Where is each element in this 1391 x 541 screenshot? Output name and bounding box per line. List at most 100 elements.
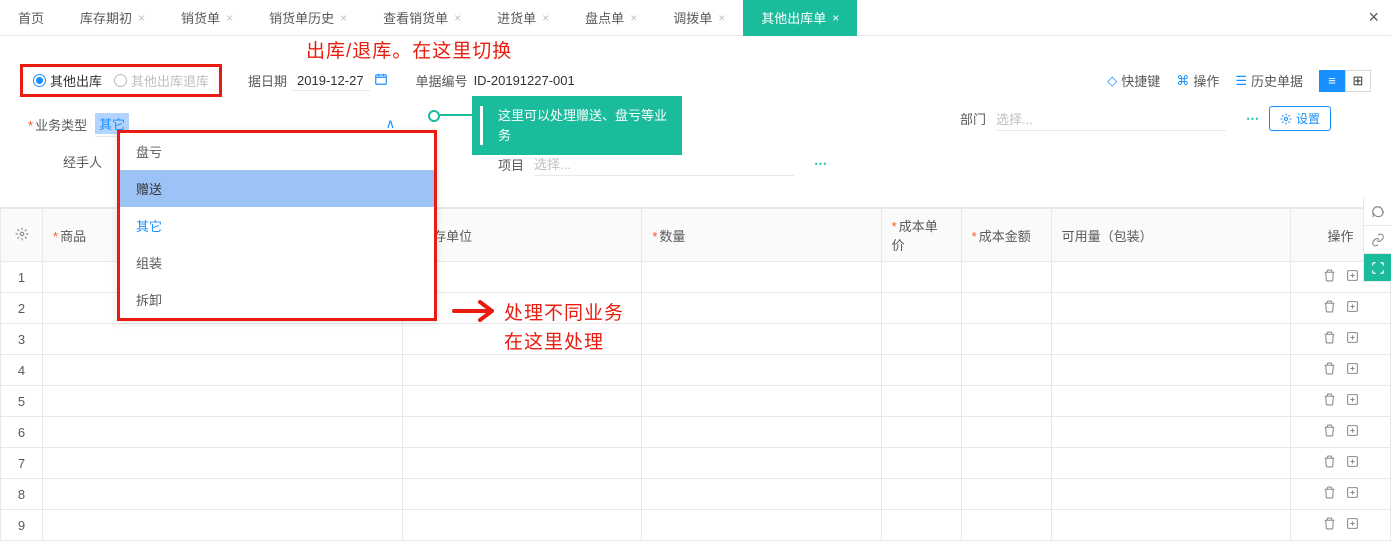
- table-row[interactable]: 4: [1, 355, 1391, 386]
- cell-available[interactable]: [1051, 355, 1290, 386]
- cell-qty[interactable]: [642, 479, 881, 510]
- delete-row-icon[interactable]: [1323, 393, 1336, 409]
- cell-qty[interactable]: [642, 417, 881, 448]
- delete-row-icon[interactable]: [1323, 455, 1336, 471]
- cell-available[interactable]: [1051, 417, 1290, 448]
- close-icon[interactable]: ×: [542, 11, 549, 25]
- delete-row-icon[interactable]: [1323, 424, 1336, 440]
- cell-product[interactable]: [43, 324, 403, 355]
- cell-cost-price[interactable]: [881, 386, 961, 417]
- cell-product[interactable]: [43, 510, 403, 541]
- cell-qty[interactable]: [642, 510, 881, 541]
- cell-unit[interactable]: [403, 262, 642, 293]
- table-row[interactable]: 3: [1, 324, 1391, 355]
- dropdown-item-gift[interactable]: 赠送: [120, 170, 434, 207]
- dept-select[interactable]: 选择...: [996, 107, 1226, 131]
- close-icon[interactable]: ×: [226, 11, 233, 25]
- cell-cost-price[interactable]: [881, 479, 961, 510]
- radio-return[interactable]: 其他出库退库: [114, 71, 209, 90]
- cell-unit[interactable]: [403, 386, 642, 417]
- cell-cost-price[interactable]: [881, 293, 961, 324]
- shortcut-link[interactable]: ◇快捷键: [1107, 71, 1160, 90]
- delete-row-icon[interactable]: [1323, 331, 1336, 347]
- cell-cost-amount[interactable]: [961, 479, 1051, 510]
- cell-available[interactable]: [1051, 510, 1290, 541]
- close-icon[interactable]: ×: [630, 11, 637, 25]
- radio-outbound[interactable]: 其他出库: [33, 71, 102, 90]
- delete-row-icon[interactable]: [1323, 269, 1336, 285]
- cell-cost-amount[interactable]: [961, 324, 1051, 355]
- cell-product[interactable]: [43, 448, 403, 479]
- table-row[interactable]: 8: [1, 479, 1391, 510]
- close-all-icon[interactable]: ×: [1368, 7, 1379, 28]
- cell-product[interactable]: [43, 417, 403, 448]
- cell-product[interactable]: [43, 355, 403, 386]
- cell-unit[interactable]: [403, 355, 642, 386]
- side-note-button[interactable]: [1363, 198, 1391, 226]
- tab-sales-history[interactable]: 销货单历史×: [251, 0, 365, 36]
- cell-unit[interactable]: [403, 479, 642, 510]
- cell-qty[interactable]: [642, 355, 881, 386]
- tab-sales-order[interactable]: 销货单×: [163, 0, 251, 36]
- add-row-icon[interactable]: [1346, 517, 1359, 533]
- side-expand-button[interactable]: [1363, 254, 1391, 282]
- project-more-icon[interactable]: ⋯: [814, 156, 827, 172]
- delete-row-icon[interactable]: [1323, 517, 1336, 533]
- tab-other-outbound[interactable]: 其他出库单×: [743, 0, 857, 36]
- add-row-icon[interactable]: [1346, 331, 1359, 347]
- date-input[interactable]: 2019-12-27: [291, 71, 370, 91]
- cell-cost-amount[interactable]: [961, 262, 1051, 293]
- cell-unit[interactable]: [403, 510, 642, 541]
- table-row[interactable]: 7: [1, 448, 1391, 479]
- cell-cost-amount[interactable]: [961, 293, 1051, 324]
- add-row-icon[interactable]: [1346, 486, 1359, 502]
- dropdown-item-assemble[interactable]: 组装: [120, 244, 434, 281]
- dept-more-icon[interactable]: ⋯: [1246, 111, 1259, 127]
- add-row-icon[interactable]: [1346, 455, 1359, 471]
- cell-cost-price[interactable]: [881, 448, 961, 479]
- cell-unit[interactable]: [403, 324, 642, 355]
- view-list-button[interactable]: ≡: [1319, 70, 1345, 92]
- close-icon[interactable]: ×: [718, 11, 725, 25]
- cell-cost-price[interactable]: [881, 324, 961, 355]
- table-row[interactable]: 9: [1, 510, 1391, 541]
- add-row-icon[interactable]: [1346, 269, 1359, 285]
- settings-button[interactable]: 设置: [1269, 106, 1331, 131]
- cell-qty[interactable]: [642, 386, 881, 417]
- cell-cost-amount[interactable]: [961, 386, 1051, 417]
- dropdown-item-disassemble[interactable]: 拆卸: [120, 281, 434, 318]
- delete-row-icon[interactable]: [1323, 300, 1336, 316]
- close-icon[interactable]: ×: [340, 11, 347, 25]
- cell-cost-amount[interactable]: [961, 510, 1051, 541]
- cell-available[interactable]: [1051, 262, 1290, 293]
- tab-inventory-init[interactable]: 库存期初×: [62, 0, 163, 36]
- tab-purchase[interactable]: 进货单×: [479, 0, 567, 36]
- operate-link[interactable]: ⌘操作: [1176, 71, 1219, 90]
- delete-row-icon[interactable]: [1323, 362, 1336, 378]
- add-row-icon[interactable]: [1346, 424, 1359, 440]
- close-icon[interactable]: ×: [832, 11, 839, 25]
- view-card-button[interactable]: ⊞: [1345, 70, 1371, 92]
- cell-product[interactable]: [43, 386, 403, 417]
- cell-cost-price[interactable]: [881, 355, 961, 386]
- cell-available[interactable]: [1051, 448, 1290, 479]
- cell-qty[interactable]: [642, 293, 881, 324]
- history-link[interactable]: ☰历史单据: [1235, 71, 1303, 90]
- cell-unit[interactable]: [403, 448, 642, 479]
- close-icon[interactable]: ×: [138, 11, 145, 25]
- cell-qty[interactable]: [642, 262, 881, 293]
- cell-cost-amount[interactable]: [961, 448, 1051, 479]
- tab-view-sales[interactable]: 查看销货单×: [365, 0, 479, 36]
- calendar-icon[interactable]: [374, 72, 388, 89]
- cell-available[interactable]: [1051, 293, 1290, 324]
- cell-qty[interactable]: [642, 448, 881, 479]
- add-row-icon[interactable]: [1346, 300, 1359, 316]
- cell-available[interactable]: [1051, 324, 1290, 355]
- table-row[interactable]: 5: [1, 386, 1391, 417]
- cell-cost-amount[interactable]: [961, 417, 1051, 448]
- cell-product[interactable]: [43, 479, 403, 510]
- cell-unit[interactable]: [403, 293, 642, 324]
- table-row[interactable]: 6: [1, 417, 1391, 448]
- tab-transfer[interactable]: 调拨单×: [655, 0, 743, 36]
- cell-cost-amount[interactable]: [961, 355, 1051, 386]
